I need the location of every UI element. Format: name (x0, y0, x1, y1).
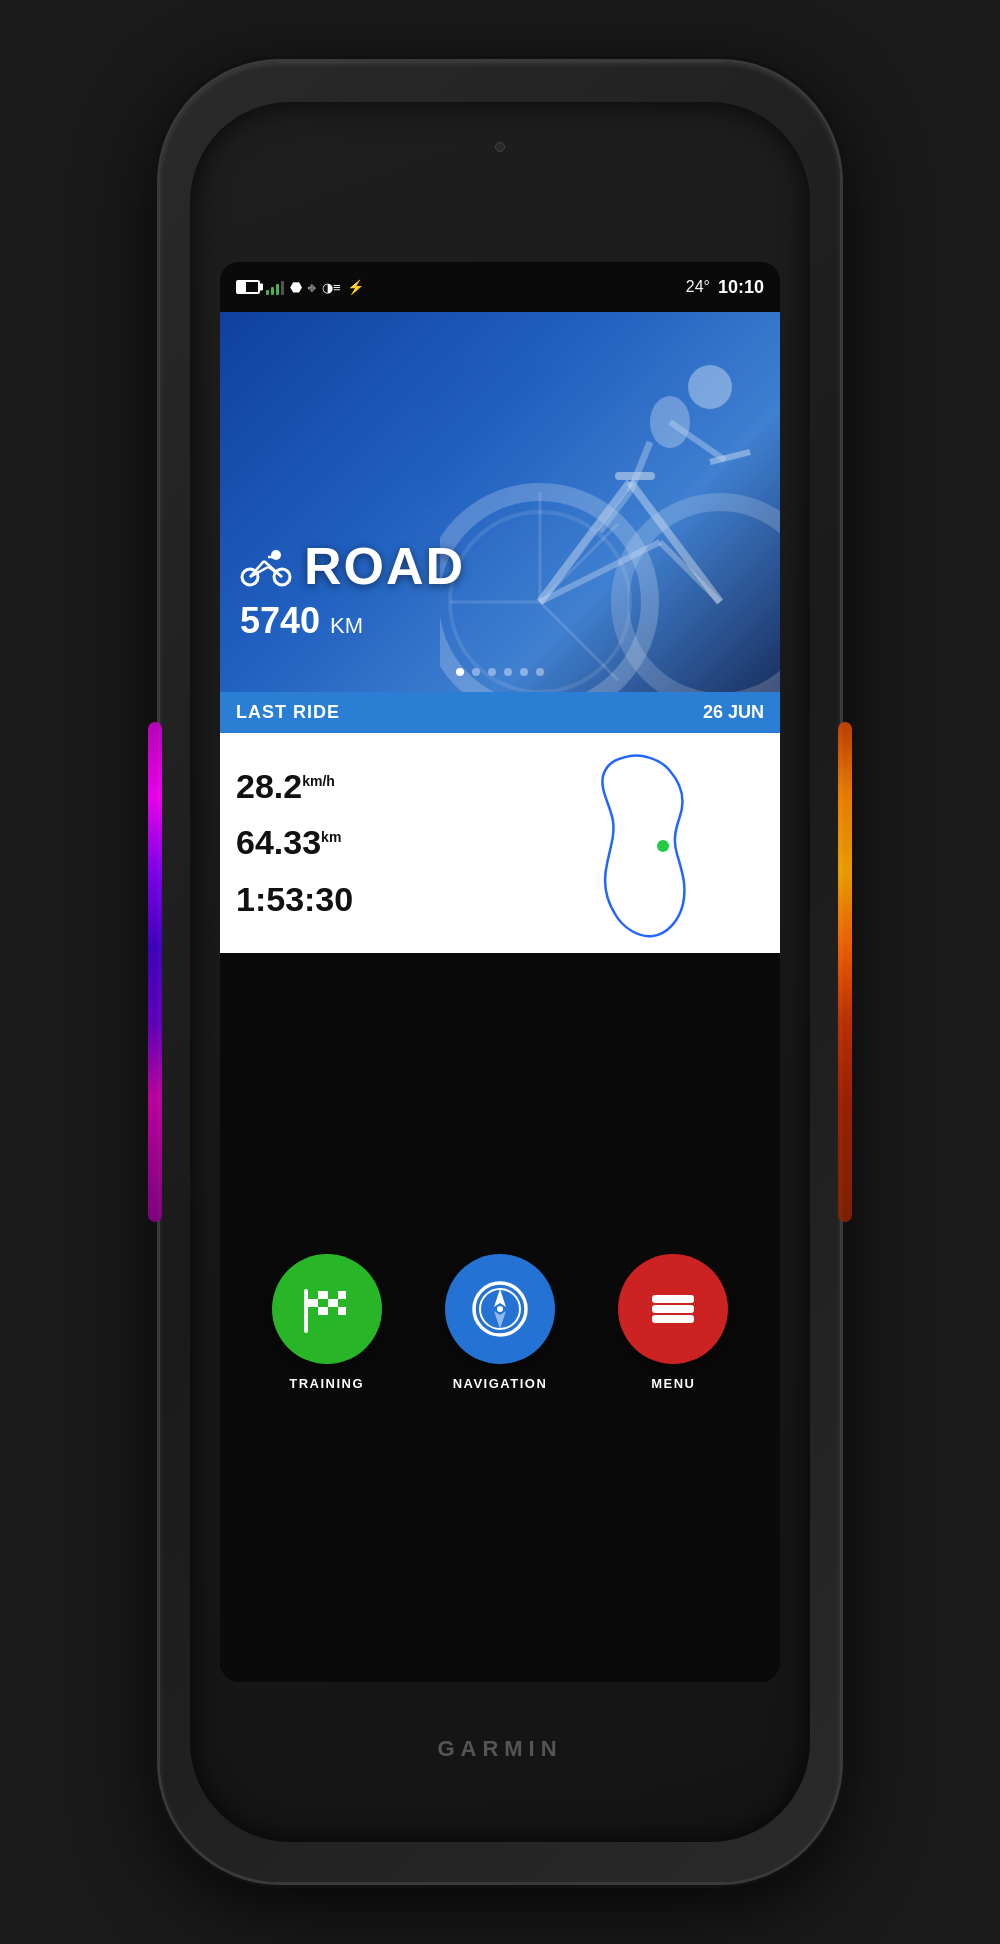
svg-line-16 (630, 442, 650, 492)
svg-point-26 (657, 840, 669, 852)
hero-content: ROAD 5740 KM (240, 536, 465, 642)
last-ride-body: 28.2km/h 64.33km 1:53:30 (220, 733, 780, 953)
svg-point-20 (271, 550, 281, 560)
status-bar: ⬣ ⎆ ◑≡ ⚡ 24° 10:10 (220, 262, 780, 312)
charging-icon: ⚡ (347, 279, 364, 295)
svg-marker-44 (494, 1311, 506, 1329)
time-display: 10:10 (718, 277, 764, 298)
compass-icon (470, 1279, 530, 1339)
svg-point-45 (497, 1306, 503, 1312)
stat-speed: 28.2km/h (236, 768, 495, 805)
dot-3[interactable] (488, 668, 496, 676)
hamburger-icon (646, 1288, 700, 1330)
svg-rect-37 (308, 1307, 318, 1315)
svg-rect-35 (328, 1299, 338, 1307)
left-accent-bar (148, 722, 162, 1222)
dot-2[interactable] (472, 668, 480, 676)
activity-title: ROAD (304, 536, 465, 596)
battery-icon (236, 280, 260, 294)
status-icons-left: ⬣ ⎆ ◑≡ ⚡ (236, 279, 364, 295)
dot-4[interactable] (504, 668, 512, 676)
dot-5[interactable] (520, 668, 528, 676)
svg-rect-31 (328, 1291, 338, 1299)
activity-distance: 5740 KM (240, 600, 465, 642)
display-icon: ◑≡ (322, 280, 341, 295)
svg-rect-30 (318, 1291, 328, 1299)
navigation-circle[interactable] (445, 1254, 555, 1364)
svg-rect-36 (338, 1299, 346, 1307)
svg-rect-39 (328, 1307, 338, 1315)
status-icons-right: 24° 10:10 (686, 277, 764, 298)
last-ride-header: LAST RIDE 26 JUN (220, 692, 780, 733)
svg-rect-40 (338, 1307, 346, 1315)
device-inner: ⬣ ⎆ ◑≡ ⚡ 24° 10:10 (190, 102, 810, 1842)
svg-marker-43 (494, 1289, 506, 1307)
menu-button[interactable]: MENU (618, 1254, 728, 1391)
svg-rect-32 (338, 1291, 346, 1299)
training-circle[interactable] (272, 1254, 382, 1364)
svg-line-10 (660, 542, 720, 602)
bluetooth-icon: ⬣ (290, 279, 302, 295)
last-ride-stats: 28.2km/h 64.33km 1:53:30 (236, 749, 495, 937)
cyclist-illustration (440, 312, 780, 692)
menu-circle[interactable] (618, 1254, 728, 1364)
svg-rect-34 (318, 1299, 328, 1307)
route-map-svg (545, 746, 725, 941)
svg-rect-38 (318, 1307, 328, 1315)
screen: ⬣ ⎆ ◑≡ ⚡ 24° 10:10 (220, 262, 780, 1682)
navigation-label: NAVIGATION (453, 1376, 548, 1391)
carousel-dots (220, 668, 780, 676)
flag-checkered-icon (298, 1285, 356, 1333)
notification-icon: ⎆ (308, 280, 316, 295)
hero-card[interactable]: ROAD 5740 KM (220, 312, 780, 692)
stat-distance: 64.33km (236, 824, 495, 861)
last-ride-map (505, 749, 764, 937)
signal-icon (266, 279, 284, 295)
last-ride-label: LAST RIDE (236, 702, 340, 723)
device-outer: ⬣ ⎆ ◑≡ ⚡ 24° 10:10 (160, 62, 840, 1882)
svg-rect-33 (308, 1299, 318, 1307)
last-ride-date: 26 JUN (703, 702, 764, 723)
svg-rect-47 (652, 1305, 694, 1313)
stat-time: 1:53:30 (236, 881, 495, 918)
navigation-button[interactable]: NAVIGATION (445, 1254, 555, 1391)
svg-point-14 (688, 365, 732, 409)
bike-icon (240, 545, 292, 587)
menu-label: MENU (651, 1376, 695, 1391)
activity-row: ROAD (240, 536, 465, 596)
action-row: TRAINING (220, 953, 780, 1682)
svg-rect-46 (652, 1295, 694, 1303)
svg-rect-29 (308, 1291, 318, 1299)
dot-1[interactable] (456, 668, 464, 676)
dot-6[interactable] (536, 668, 544, 676)
training-label: TRAINING (289, 1376, 364, 1391)
last-ride-card[interactable]: LAST RIDE 26 JUN 28.2km/h 64.33km 1:53:3… (220, 692, 780, 953)
camera (495, 142, 505, 152)
brand-label: GARMIN (437, 1736, 562, 1762)
svg-rect-48 (652, 1315, 694, 1323)
training-button[interactable]: TRAINING (272, 1254, 382, 1391)
right-accent-bar (838, 722, 852, 1222)
temperature-display: 24° (686, 278, 710, 296)
